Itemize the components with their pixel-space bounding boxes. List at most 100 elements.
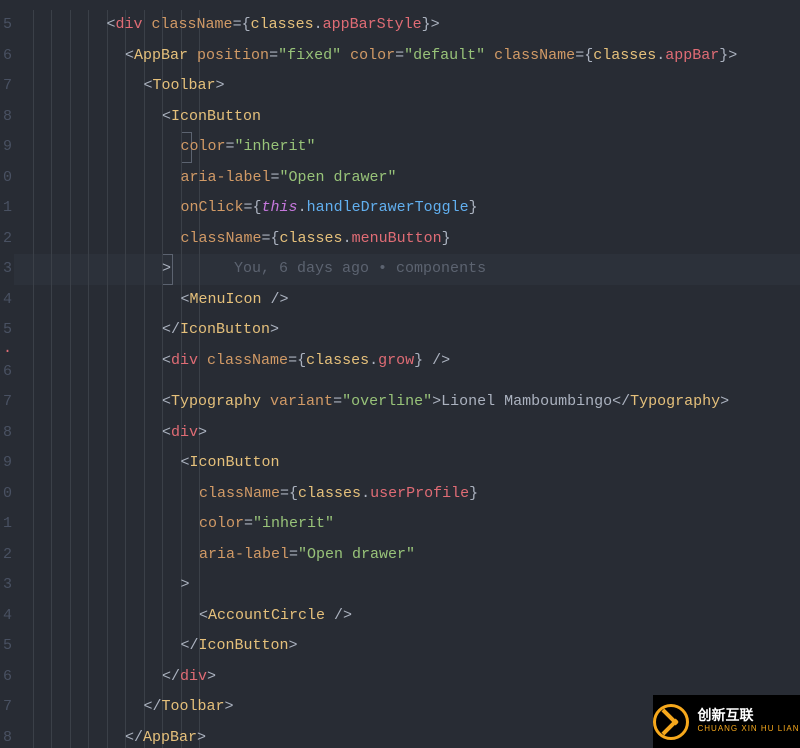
code-line[interactable]: color="inherit" [14,132,800,163]
code-line[interactable]: aria-label="Open drawer" [14,163,800,194]
token-punc: } [414,352,423,369]
token-punc: . [369,352,378,369]
line-number: 9 [0,448,14,479]
code-line[interactable]: <AccountCircle /> [14,601,800,632]
token-punc: = [395,47,404,64]
token-punc: </ [162,321,180,338]
code-line[interactable]: </div> [14,662,800,693]
token-attr: className [494,47,575,64]
token-prop: appBarStyle [323,16,422,33]
token-punc: /> [423,352,450,369]
line-number: 1 [0,193,14,224]
token-punc: > [216,77,225,94]
token-obj: classes [298,485,361,502]
token-punc: { [271,230,280,247]
token-prop: appBar [665,47,719,64]
token-tag: IconButton [190,454,280,471]
token-attr: className [181,230,262,247]
token-punc: < [199,607,208,624]
token-punc: < [162,393,171,410]
token-punc: = [280,485,289,502]
token-punc: . [314,16,323,33]
token-punc: } [422,16,431,33]
token-punc: = [269,47,278,64]
code-line[interactable]: > You, 6 days ago • components [14,254,800,285]
code-line[interactable] [14,376,800,387]
line-number: 6 [0,662,14,693]
line-number: 1 [0,509,14,540]
token-blame: You, 6 days ago • components [171,260,486,277]
token-prop: menuButton [352,230,442,247]
code-line[interactable]: <IconButton [14,102,800,133]
token-punc: > [432,393,441,410]
code-line[interactable]: <MenuIcon /> [14,285,800,316]
token-divKw: div [171,424,198,441]
token-punc: } [469,485,478,502]
token-str: "Open drawer" [298,546,415,563]
token-punc: { [253,199,262,216]
code-line[interactable]: </IconButton> [14,315,800,346]
token-punc [143,16,152,33]
code-line[interactable]: className={classes.menuButton} [14,224,800,255]
token-tag: MenuIcon [190,291,262,308]
token-punc: > [197,729,206,746]
token-attr: className [207,352,288,369]
token-tag: AppBar [143,729,197,746]
code-line[interactable]: <div> [14,418,800,449]
code-line[interactable]: <Toolbar> [14,71,800,102]
token-punc: = [288,352,297,369]
code-line[interactable]: <Typography variant="overline">Lionel Ma… [14,387,800,418]
token-punc: { [242,16,251,33]
token-fn: handleDrawerToggle [307,199,469,216]
token-punc: . [361,485,370,502]
token-punc: } [442,230,451,247]
token-punc: > [289,637,298,654]
token-attr: className [152,16,233,33]
token-punc [188,47,197,64]
token-punc: { [289,485,298,502]
token-attr: className [199,485,280,502]
code-line[interactable]: </IconButton> [14,631,800,662]
token-attr: aria-label [181,169,271,186]
code-line[interactable]: <IconButton [14,448,800,479]
token-punc: = [226,138,235,155]
code-line[interactable]: <div className={classes.grow} /> [14,346,800,377]
code-line[interactable]: <AppBar position="fixed" color="default"… [14,41,800,72]
token-str: "fixed" [278,47,341,64]
code-line[interactable]: <div className={classes.appBarStyle}> [14,10,800,41]
code-line[interactable]: color="inherit" [14,509,800,540]
token-tag: IconButton [180,321,270,338]
token-punc: < [162,424,171,441]
token-str: "Open drawer" [280,169,397,186]
code-line[interactable]: onClick={this.handleDrawerToggle} [14,193,800,224]
token-punc: = [233,16,242,33]
token-tag: IconButton [199,637,289,654]
code-line[interactable]: className={classes.userProfile} [14,479,800,510]
code-line[interactable]: > [14,570,800,601]
token-punc: = [333,393,342,410]
token-punc: = [575,47,584,64]
code-area[interactable]: <div className={classes.appBarStyle}><Ap… [14,0,800,748]
line-number: 2 [0,224,14,255]
line-number: 7 [0,692,14,723]
token-punc: . [298,199,307,216]
token-punc [261,393,270,410]
line-number: 7 [0,71,14,102]
token-tag: AccountCircle [208,607,325,624]
watermark-logo: 创新互联 CHUANG XIN HU LIAN [653,695,800,748]
code-editor[interactable]: 56789012345·6789012345678 <div className… [0,0,800,748]
token-punc: } [719,47,728,64]
logo-text: 创新互联 CHUANG XIN HU LIAN [697,708,799,736]
token-divKw: div [116,16,143,33]
token-tag: Typography [171,393,261,410]
token-tag: Toolbar [153,77,216,94]
token-attr: onClick [181,199,244,216]
token-obj: classes [593,47,656,64]
token-punc: { [584,47,593,64]
token-punc: > [225,698,234,715]
line-number: 5 [0,10,14,41]
code-line[interactable]: aria-label="Open drawer" [14,540,800,571]
token-attr: color [181,138,226,155]
line-number: 0 [0,163,14,194]
token-punc: > [198,424,207,441]
